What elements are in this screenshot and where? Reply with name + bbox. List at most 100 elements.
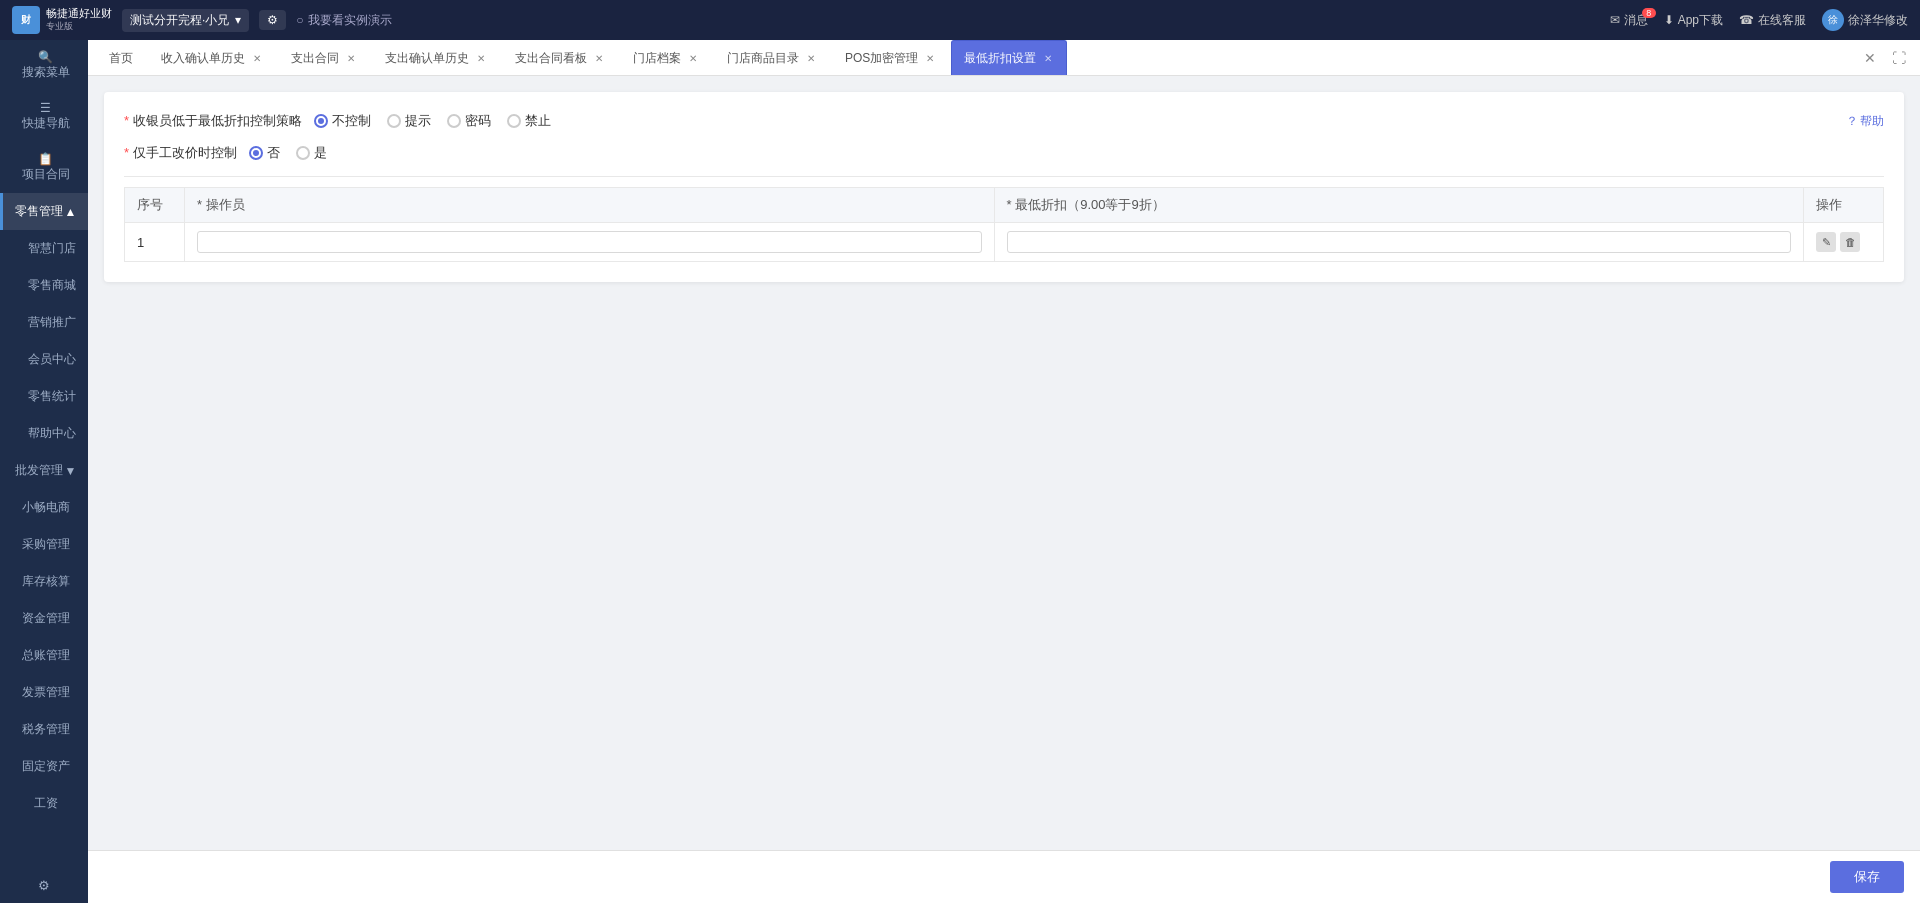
sidebar-item-funds[interactable]: 资金管理 — [0, 600, 88, 637]
tab-close-payment-contract[interactable]: ✕ — [345, 52, 357, 65]
sidebar-settings-button[interactable]: ⚙ — [0, 868, 88, 903]
operator-input[interactable] — [197, 231, 982, 253]
tab-payment-confirm-history[interactable]: 支出确认单历史 ✕ — [372, 40, 500, 75]
logo-sub: 专业版 — [46, 20, 112, 33]
radio-no[interactable]: 否 — [249, 144, 280, 162]
app-download-button[interactable]: ⬇ App下载 — [1664, 12, 1723, 29]
top-header: 财 畅捷通好业财 专业版 测试分开完程·小兄 ▾ ⚙ ○ 我要看实例演示 ✉ 消… — [0, 0, 1920, 40]
sidebar-item-marketing[interactable]: 营销推广 — [0, 304, 88, 341]
save-button[interactable]: 保存 — [1830, 861, 1904, 893]
sidebar-item-invoice[interactable]: 发票管理 — [0, 674, 88, 711]
user-area[interactable]: 徐 徐泽华修改 — [1822, 9, 1908, 31]
radio-password[interactable]: 密码 — [447, 112, 491, 130]
tab-close-payment-contract-board[interactable]: ✕ — [593, 52, 605, 65]
demo-link-text: 我要看实例演示 — [308, 12, 392, 29]
sidebar-item-purchase[interactable]: 采购管理 — [0, 526, 88, 563]
form-row-1: 收银员低于最低折扣控制策略 不控制 提示 密码 — [124, 112, 1884, 130]
sidebar-item-tax[interactable]: 税务管理 — [0, 711, 88, 748]
username: 徐泽华修改 — [1848, 12, 1908, 29]
tab-store-product-catalog[interactable]: 门店商品目录 ✕ — [714, 40, 830, 75]
settings-card: 收银员低于最低折扣控制策略 不控制 提示 密码 — [104, 92, 1904, 282]
sidebar-item-ledger[interactable]: 总账管理 — [0, 637, 88, 674]
tab-payment-contract[interactable]: 支出合同 ✕ — [278, 40, 370, 75]
tab-close-store-product-catalog[interactable]: ✕ — [805, 52, 817, 65]
sidebar-item-retail-stats[interactable]: 零售统计 — [0, 378, 88, 415]
projects-icon: 📋 — [7, 152, 84, 166]
help-link[interactable]: ？ 帮助 — [1846, 113, 1884, 130]
radio-yes[interactable]: 是 — [296, 144, 327, 162]
radio-circle-no — [249, 146, 263, 160]
delete-row-button[interactable]: 🗑 — [1840, 232, 1860, 252]
settings-gear-icon: ⚙ — [38, 878, 50, 893]
messages-button[interactable]: ✉ 消息 8 — [1610, 12, 1648, 29]
table-head: 序号 * 操作员 * 最低折扣（9.00等于9折） 操作 — [125, 188, 1884, 223]
radio-prompt[interactable]: 提示 — [387, 112, 431, 130]
tab-payment-contract-board[interactable]: 支出合同看板 ✕ — [502, 40, 618, 75]
tab-income-history[interactable]: 收入确认单历史 ✕ — [148, 40, 276, 75]
col-header-actions: 操作 — [1804, 188, 1884, 223]
col-header-operator: * 操作员 — [185, 188, 995, 223]
chevron-down-icon: ▾ — [235, 13, 241, 27]
sidebar-item-search[interactable]: 🔍 搜索菜单 — [0, 40, 88, 91]
close-tab-button[interactable]: ✕ — [1858, 48, 1882, 68]
table-body: 1 ✎ 🗑 — [125, 223, 1884, 262]
app-download-label: App下载 — [1678, 12, 1723, 29]
radio-forbid[interactable]: 禁止 — [507, 112, 551, 130]
avatar: 徐 — [1822, 9, 1844, 31]
logo-icon: 财 — [12, 6, 40, 34]
radio-circle-no-control — [314, 114, 328, 128]
tab-close-payment-confirm-history[interactable]: ✕ — [475, 52, 487, 65]
tab-store-profile[interactable]: 门店档案 ✕ — [620, 40, 712, 75]
sidebar-item-assets[interactable]: 固定资产 — [0, 748, 88, 785]
row-actions: ✎ 🗑 — [1816, 232, 1871, 252]
project-name: 测试分开完程·小兄 — [130, 12, 229, 29]
retail-label: 零售管理 — [15, 203, 63, 220]
sidebar-item-ecommerce[interactable]: 小畅电商 — [0, 489, 88, 526]
field2-radio-group: 否 是 — [249, 144, 327, 162]
tab-close-min-discount-settings[interactable]: ✕ — [1042, 52, 1054, 65]
service-icon: ☎ — [1739, 13, 1754, 27]
settings-button[interactable]: ⚙ — [259, 10, 286, 30]
demo-link[interactable]: ○ 我要看实例演示 — [296, 12, 391, 29]
radio-circle-forbid — [507, 114, 521, 128]
header-left: 财 畅捷通好业财 专业版 测试分开完程·小兄 ▾ ⚙ ○ 我要看实例演示 — [12, 6, 392, 34]
tab-close-store-profile[interactable]: ✕ — [687, 52, 699, 65]
main-layout: 🔍 搜索菜单 ☰ 快捷导航 📋 项目合同 零售管理 ▲ 智慧门店 零售商城 营销… — [0, 40, 1920, 903]
sidebar: 🔍 搜索菜单 ☰ 快捷导航 📋 项目合同 零售管理 ▲ 智慧门店 零售商城 营销… — [0, 40, 88, 903]
field1-label: 收银员低于最低折扣控制策略 — [124, 112, 302, 130]
cell-actions: ✎ 🗑 — [1804, 223, 1884, 262]
form-row-2: 仅手工改价时控制 否 是 — [124, 144, 1884, 162]
circle-icon: ○ — [296, 13, 303, 27]
sidebar-item-payroll[interactable]: 工资 — [0, 785, 88, 822]
sidebar-item-inventory[interactable]: 库存核算 — [0, 563, 88, 600]
col-header-index: 序号 — [125, 188, 185, 223]
tab-bar: 首页 收入确认单历史 ✕ 支出合同 ✕ 支出确认单历史 ✕ 支出合同看板 ✕ 门… — [88, 40, 1920, 76]
tab-min-discount-settings[interactable]: 最低折扣设置 ✕ — [951, 40, 1067, 75]
project-selector[interactable]: 测试分开完程·小兄 ▾ — [122, 9, 249, 32]
message-icon: ✉ — [1610, 13, 1620, 27]
sidebar-item-members[interactable]: 会员中心 — [0, 341, 88, 378]
maximize-tab-button[interactable]: ⛶ — [1886, 48, 1912, 68]
tab-close-income-history[interactable]: ✕ — [251, 52, 263, 65]
sidebar-item-projects[interactable]: 📋 项目合同 — [0, 142, 88, 193]
cell-operator — [185, 223, 995, 262]
tab-home[interactable]: 首页 — [96, 40, 146, 75]
table-container: 序号 * 操作员 * 最低折扣（9.00等于9折） 操作 1 — [124, 187, 1884, 262]
sidebar-item-smart-store[interactable]: 智慧门店 — [0, 230, 88, 267]
sidebar-item-help[interactable]: 帮助中心 — [0, 415, 88, 452]
shortcuts-icon: ☰ — [7, 101, 84, 115]
chevron-up-icon: ▲ — [65, 205, 77, 219]
tab-close-pos-password[interactable]: ✕ — [924, 52, 936, 65]
tab-pos-password[interactable]: POS加密管理 ✕ — [832, 40, 949, 75]
sidebar-item-wholesale[interactable]: 批发管理 ▼ — [0, 452, 88, 489]
sidebar-item-shortcuts[interactable]: ☰ 快捷导航 — [0, 91, 88, 142]
sidebar-item-retail-mall[interactable]: 零售商城 — [0, 267, 88, 304]
footer-bar: 保存 — [88, 850, 1920, 903]
sidebar-item-retail[interactable]: 零售管理 ▲ — [0, 193, 88, 230]
table-row: 1 ✎ 🗑 — [125, 223, 1884, 262]
gear-icon: ⚙ — [267, 13, 278, 27]
min-discount-input[interactable] — [1007, 231, 1792, 253]
edit-row-button[interactable]: ✎ — [1816, 232, 1836, 252]
radio-no-control[interactable]: 不控制 — [314, 112, 371, 130]
online-service-button[interactable]: ☎ 在线客服 — [1739, 12, 1806, 29]
